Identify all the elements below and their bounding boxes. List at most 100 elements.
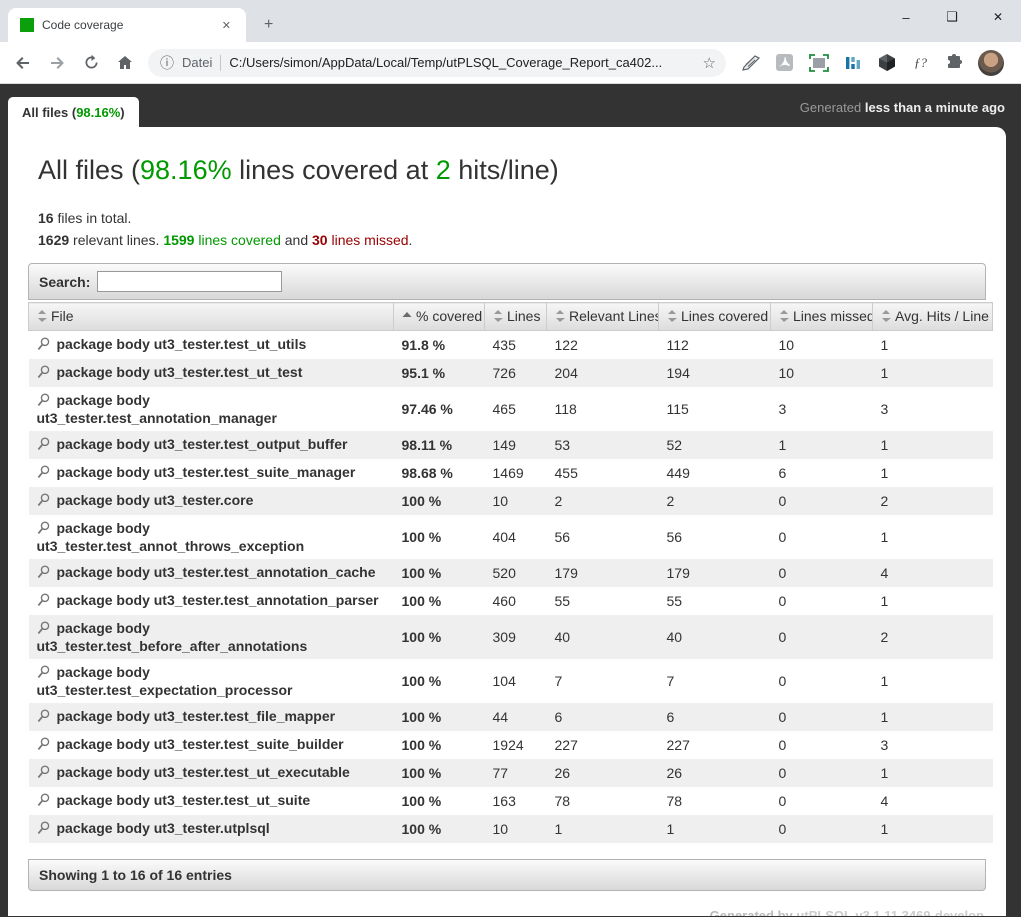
file-name[interactable]: package body ut3_tester.utplsql xyxy=(57,820,270,836)
tab-title: Code coverage xyxy=(42,18,217,32)
window-minimize-button[interactable]: – xyxy=(883,0,929,34)
file-name[interactable]: package body ut3_tester.test_annotation_… xyxy=(37,392,277,426)
file-link-cell[interactable]: package body ut3_tester.core xyxy=(29,487,394,515)
file-name[interactable]: package body ut3_tester.test_annotation_… xyxy=(57,592,379,608)
sort-both-icon xyxy=(493,309,504,325)
table-row: package body ut3_tester.test_annotation_… xyxy=(29,559,993,587)
table-row: package body ut3_tester.test_ut_suite100… xyxy=(29,787,993,815)
search-input[interactable] xyxy=(97,271,282,292)
lines-covered-cell: 7 xyxy=(659,659,771,703)
chart-bars-extension-icon[interactable] xyxy=(842,52,863,73)
lines-cell: 77 xyxy=(485,759,547,787)
file-link-cell[interactable]: package body ut3_tester.test_before_afte… xyxy=(29,615,394,659)
percent-covered-cell: 100 % xyxy=(394,815,485,843)
lines-cell: 44 xyxy=(485,703,547,731)
file-name[interactable]: package body ut3_tester.test_annotation_… xyxy=(57,564,376,580)
magnifier-icon xyxy=(37,393,50,410)
file-link-cell[interactable]: package body ut3_tester.test_suite_build… xyxy=(29,731,394,759)
column-header-lines-missed[interactable]: Lines missed xyxy=(771,303,873,331)
window-maximize-button[interactable]: ❑ xyxy=(929,0,975,34)
file-name[interactable]: package body ut3_tester.test_suite_build… xyxy=(57,736,344,752)
screenshot-extension-icon[interactable] xyxy=(808,52,829,73)
magnifier-icon xyxy=(37,437,50,454)
all-files-tab[interactable]: All files (98.16%) xyxy=(8,97,139,127)
pdf-extension-icon[interactable] xyxy=(774,52,795,73)
percent-covered-cell: 98.68 % xyxy=(394,459,485,487)
url-text[interactable]: C:/Users/simon/AppData/Local/Temp/utPLSQ… xyxy=(229,55,694,70)
file-name[interactable]: package body ut3_tester.test_expectation… xyxy=(37,664,293,698)
window-close-button[interactable]: ✕ xyxy=(975,0,1021,34)
column-header-avg-hits-line[interactable]: Avg. Hits / Line xyxy=(873,303,993,331)
browser-tab[interactable]: Code coverage ✕ xyxy=(8,8,246,42)
file-link-cell[interactable]: package body ut3_tester.utplsql xyxy=(29,815,394,843)
lines-cell: 1469 xyxy=(485,459,547,487)
clipper-extension-icon[interactable] xyxy=(740,52,761,73)
profile-avatar[interactable] xyxy=(978,50,1004,76)
avg-hits-cell: 1 xyxy=(873,515,993,559)
relevant-lines-cell: 78 xyxy=(547,787,659,815)
file-name[interactable]: package body ut3_tester.core xyxy=(57,492,254,508)
relevant-lines-cell: 2 xyxy=(547,487,659,515)
browser-menu-icon[interactable]: ⋮ xyxy=(1017,54,1021,72)
all-files-tab-prefix: All files ( xyxy=(22,105,76,120)
lines-cell: 465 xyxy=(485,387,547,431)
file-link-cell[interactable]: package body ut3_tester.test_annotation_… xyxy=(29,587,394,615)
file-link-cell[interactable]: package body ut3_tester.test_ut_executab… xyxy=(29,759,394,787)
file-link-cell[interactable]: package body ut3_tester.test_file_mapper xyxy=(29,703,394,731)
file-link-cell[interactable]: package body ut3_tester.test_expectation… xyxy=(29,659,394,703)
file-link-cell[interactable]: package body ut3_tester.test_ut_suite xyxy=(29,787,394,815)
relevant-lines-cell: 53 xyxy=(547,431,659,459)
percent-covered-cell: 100 % xyxy=(394,587,485,615)
lines-covered-cell: 2 xyxy=(659,487,771,515)
sort-both-icon xyxy=(779,309,790,325)
column-header-relevant-lines[interactable]: Relevant Lines xyxy=(547,303,659,331)
lines-covered-cell: 78 xyxy=(659,787,771,815)
lines-covered-cell: 6 xyxy=(659,703,771,731)
new-tab-button[interactable]: + xyxy=(256,14,281,36)
file-link-cell[interactable]: package body ut3_tester.test_suite_manag… xyxy=(29,459,394,487)
back-icon[interactable] xyxy=(8,48,38,78)
column-header-file[interactable]: File xyxy=(29,303,394,331)
file-name[interactable]: package body ut3_tester.test_suite_manag… xyxy=(57,464,356,480)
tab-close-icon[interactable]: ✕ xyxy=(217,16,236,35)
relevant-lines-cell: 455 xyxy=(547,459,659,487)
file-name[interactable]: package body ut3_tester.test_ut_test xyxy=(57,364,303,380)
file-name[interactable]: package body ut3_tester.test_before_afte… xyxy=(37,620,308,654)
coverage-table-header: File% coveredLinesRelevant LinesLines co… xyxy=(29,303,993,331)
column-header--covered[interactable]: % covered xyxy=(394,303,485,331)
page-info-icon[interactable]: ⓘ xyxy=(160,53,174,73)
function-extension-icon[interactable]: ƒ? xyxy=(910,52,931,73)
file-link-cell[interactable]: package body ut3_tester.test_annot_throw… xyxy=(29,515,394,559)
table-row: package body ut3_tester.test_suite_build… xyxy=(29,731,993,759)
search-label: Search: xyxy=(39,274,90,290)
forward-icon[interactable] xyxy=(42,48,72,78)
extensions-puzzle-icon[interactable] xyxy=(944,52,965,73)
file-name[interactable]: package body ut3_tester.test_ut_suite xyxy=(57,792,311,808)
file-link-cell[interactable]: package body ut3_tester.test_output_buff… xyxy=(29,431,394,459)
file-link-cell[interactable]: package body ut3_tester.test_annotation_… xyxy=(29,559,394,587)
column-header-lines-covered[interactable]: Lines covered xyxy=(659,303,771,331)
avg-hits-cell: 1 xyxy=(873,659,993,703)
reload-icon[interactable] xyxy=(76,48,106,78)
file-link-cell[interactable]: package body ut3_tester.test_ut_utils xyxy=(29,331,394,360)
percent-covered-cell: 100 % xyxy=(394,515,485,559)
file-name[interactable]: package body ut3_tester.test_output_buff… xyxy=(57,436,348,452)
lines-covered-cell: 115 xyxy=(659,387,771,431)
file-link-cell[interactable]: package body ut3_tester.test_annotation_… xyxy=(29,387,394,431)
file-name[interactable]: package body ut3_tester.test_file_mapper xyxy=(57,708,336,724)
column-header-lines[interactable]: Lines xyxy=(485,303,547,331)
avg-hits-cell: 2 xyxy=(873,615,993,659)
file-name[interactable]: package body ut3_tester.test_ut_executab… xyxy=(57,764,350,780)
address-bar[interactable]: ⓘ Datei C:/Users/simon/AppData/Local/Tem… xyxy=(148,49,726,77)
sort-asc-icon xyxy=(402,309,413,325)
home-icon[interactable] xyxy=(110,48,140,78)
percent-covered-cell: 100 % xyxy=(394,559,485,587)
cube-extension-icon[interactable] xyxy=(876,52,897,73)
file-name[interactable]: package body ut3_tester.test_ut_utils xyxy=(57,336,307,352)
file-link-cell[interactable]: package body ut3_tester.test_ut_test xyxy=(29,359,394,387)
file-name[interactable]: package body ut3_tester.test_annot_throw… xyxy=(37,520,305,554)
avg-hits-cell: 1 xyxy=(873,587,993,615)
and-text: and xyxy=(281,232,312,248)
table-row: package body ut3_tester.utplsql100 %1011… xyxy=(29,815,993,843)
bookmark-star-icon[interactable]: ☆ xyxy=(703,54,716,72)
